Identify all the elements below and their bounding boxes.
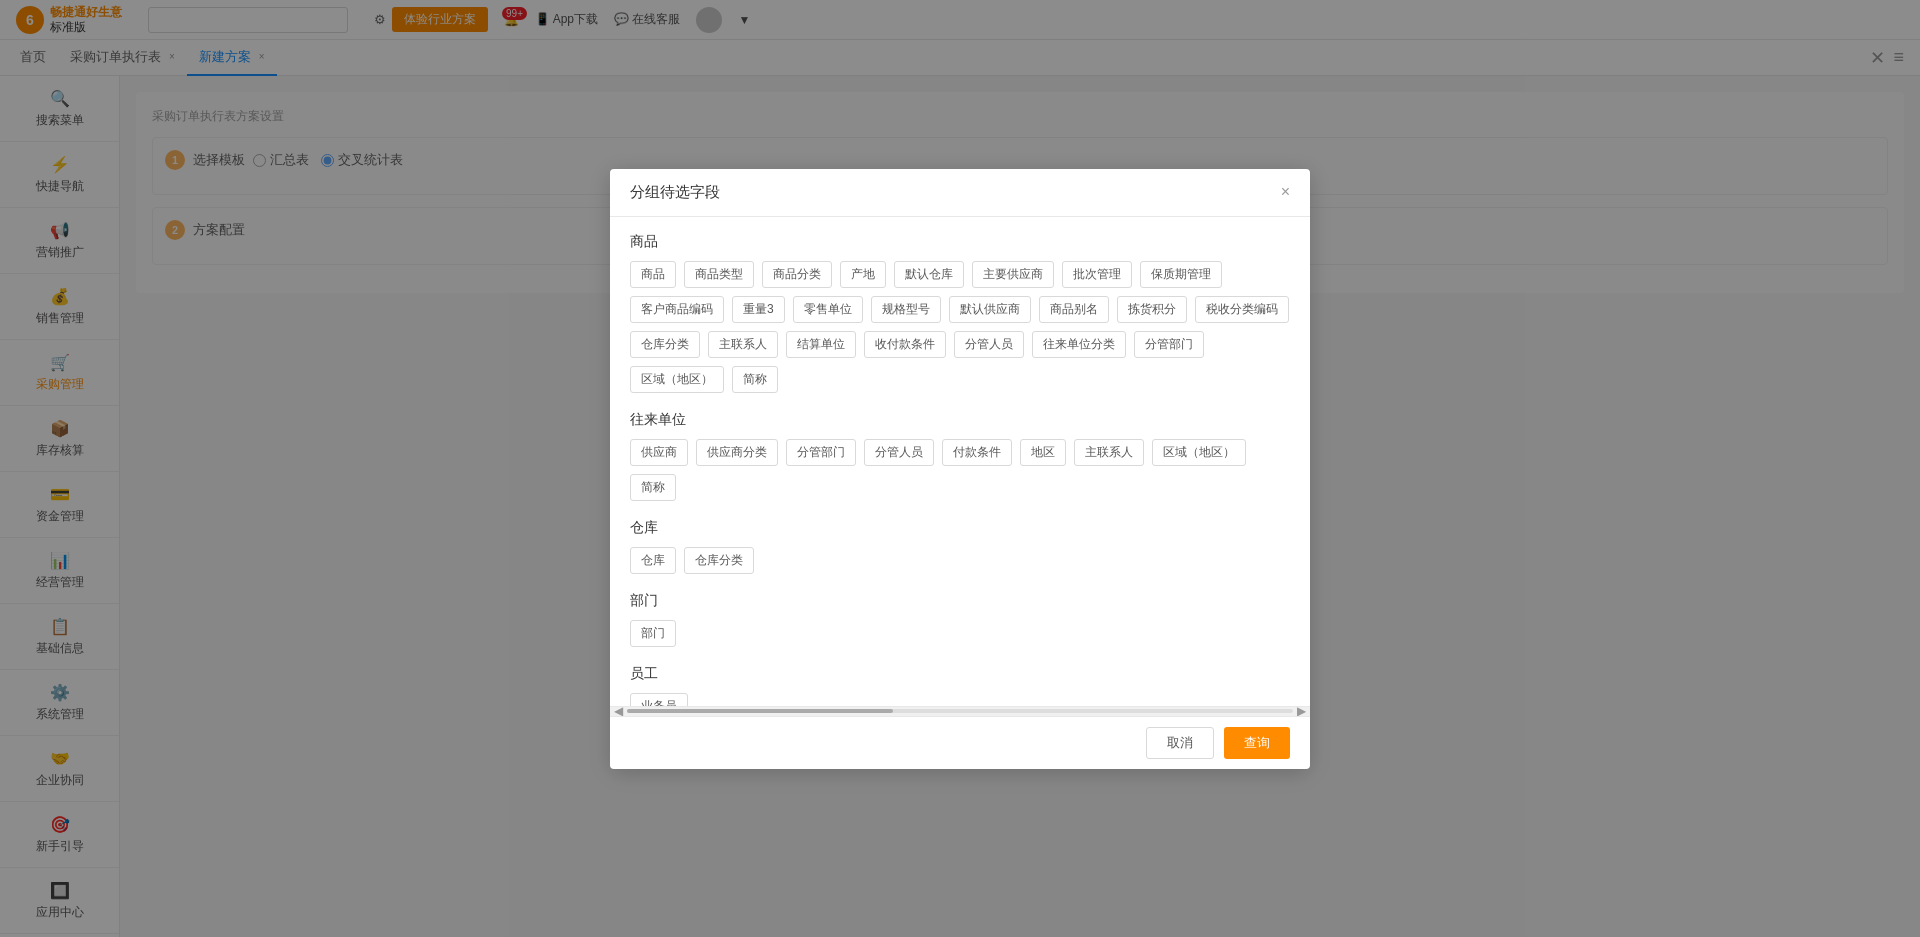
section-product: 商品 商品 商品类型 商品分类 产地 默认仓库 主要供应商 批次管理 保质期管理… [630, 233, 1290, 393]
warehouse-field-tags: 仓库 仓库分类 [630, 547, 1290, 574]
field-tag[interactable]: 部门 [630, 620, 676, 647]
field-tag[interactable]: 仓库分类 [684, 547, 754, 574]
field-tag[interactable]: 仓库 [630, 547, 676, 574]
field-tag[interactable]: 分管人员 [954, 331, 1024, 358]
field-tag[interactable]: 业务员 [630, 693, 688, 706]
section-department: 部门 部门 [630, 592, 1290, 647]
field-tag[interactable]: 商品类型 [684, 261, 754, 288]
modal-body[interactable]: 商品 商品 商品类型 商品分类 产地 默认仓库 主要供应商 批次管理 保质期管理… [610, 217, 1310, 706]
field-tag[interactable]: 简称 [732, 366, 778, 393]
modal-close-button[interactable]: × [1281, 183, 1290, 201]
modal-footer: 取消 查询 [610, 716, 1310, 769]
cancel-button[interactable]: 取消 [1146, 727, 1214, 759]
modal-dialog: 分组待选字段 × 商品 商品 商品类型 商品分类 产地 默认仓库 主要供应商 批… [610, 169, 1310, 769]
section-partner-title: 往来单位 [630, 411, 1290, 429]
field-tag[interactable]: 商品别名 [1039, 296, 1109, 323]
field-tag[interactable]: 分管部门 [1134, 331, 1204, 358]
field-tag[interactable]: 保质期管理 [1140, 261, 1222, 288]
field-tag[interactable]: 商品 [630, 261, 676, 288]
field-tag[interactable]: 区域（地区） [1152, 439, 1246, 466]
section-department-title: 部门 [630, 592, 1290, 610]
field-tag[interactable]: 简称 [630, 474, 676, 501]
field-tag[interactable]: 税收分类编码 [1195, 296, 1289, 323]
field-tag[interactable]: 商品分类 [762, 261, 832, 288]
section-partner: 往来单位 供应商 供应商分类 分管部门 分管人员 付款条件 地区 主联系人 区域… [630, 411, 1290, 501]
section-product-title: 商品 [630, 233, 1290, 251]
field-tag[interactable]: 分管人员 [864, 439, 934, 466]
field-tag[interactable]: 产地 [840, 261, 886, 288]
field-tag[interactable]: 主联系人 [708, 331, 778, 358]
department-field-tags: 部门 [630, 620, 1290, 647]
product-field-tags: 商品 商品类型 商品分类 产地 默认仓库 主要供应商 批次管理 保质期管理 客户… [630, 261, 1290, 393]
section-warehouse: 仓库 仓库 仓库分类 [630, 519, 1290, 574]
field-tag[interactable]: 结算单位 [786, 331, 856, 358]
hscroll-thumb [627, 709, 893, 713]
field-tag[interactable]: 仓库分类 [630, 331, 700, 358]
field-tag[interactable]: 重量3 [732, 296, 785, 323]
section-warehouse-title: 仓库 [630, 519, 1290, 537]
field-tag[interactable]: 区域（地区） [630, 366, 724, 393]
modal-title: 分组待选字段 [630, 183, 720, 202]
confirm-button[interactable]: 查询 [1224, 727, 1290, 759]
field-tag[interactable]: 往来单位分类 [1032, 331, 1126, 358]
field-tag[interactable]: 主要供应商 [972, 261, 1054, 288]
modal-overlay: 分组待选字段 × 商品 商品 商品类型 商品分类 产地 默认仓库 主要供应商 批… [0, 0, 1920, 937]
field-tag[interactable]: 默认仓库 [894, 261, 964, 288]
field-tag[interactable]: 默认供应商 [949, 296, 1031, 323]
field-tag[interactable]: 批次管理 [1062, 261, 1132, 288]
employee-field-tags: 业务员 [630, 693, 1290, 706]
section-employee: 员工 业务员 [630, 665, 1290, 706]
field-tag[interactable]: 客户商品编码 [630, 296, 724, 323]
field-tag[interactable]: 付款条件 [942, 439, 1012, 466]
field-tag[interactable]: 收付款条件 [864, 331, 946, 358]
partner-field-tags: 供应商 供应商分类 分管部门 分管人员 付款条件 地区 主联系人 区域（地区） … [630, 439, 1290, 501]
field-tag[interactable]: 零售单位 [793, 296, 863, 323]
modal-header: 分组待选字段 × [610, 169, 1310, 217]
field-tag[interactable]: 供应商 [630, 439, 688, 466]
field-tag[interactable]: 主联系人 [1074, 439, 1144, 466]
hscroll-track [627, 709, 1293, 713]
modal-hscrollbar[interactable]: ◀ ▶ [610, 706, 1310, 716]
field-tag[interactable]: 拣货积分 [1117, 296, 1187, 323]
field-tag[interactable]: 供应商分类 [696, 439, 778, 466]
field-tag[interactable]: 地区 [1020, 439, 1066, 466]
section-employee-title: 员工 [630, 665, 1290, 683]
field-tag[interactable]: 规格型号 [871, 296, 941, 323]
field-tag[interactable]: 分管部门 [786, 439, 856, 466]
